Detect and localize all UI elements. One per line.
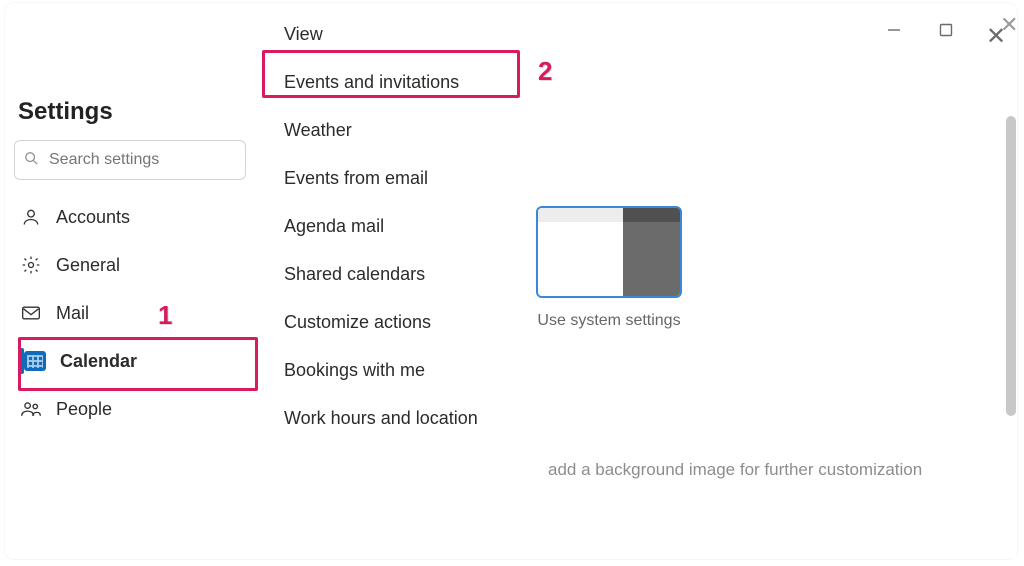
maximize-button[interactable]	[934, 18, 958, 42]
subnav-item-shared-calendars[interactable]: Shared calendars	[262, 250, 522, 298]
sidebar-item-label: Calendar	[60, 351, 137, 372]
subnav-label: Bookings with me	[284, 360, 425, 381]
close-button[interactable]: ✕ ✕	[986, 18, 1010, 42]
settings-window: ✕ ✕ Settings Accounts	[0, 0, 1024, 566]
subnav-label: Agenda mail	[284, 216, 384, 237]
subnav-label: Weather	[284, 120, 352, 141]
mail-icon	[20, 305, 42, 321]
subnav-item-agenda-mail[interactable]: Agenda mail	[262, 202, 522, 250]
gear-icon	[20, 255, 42, 275]
theme-option-label: Use system settings	[536, 310, 682, 332]
subnav-item-view[interactable]: View	[262, 10, 522, 58]
subnav-item-customize-actions[interactable]: Customize actions	[262, 298, 522, 346]
subnav-item-events-from-email[interactable]: Events from email	[262, 154, 522, 202]
subnav-label: Events and invitations	[284, 72, 459, 93]
subnav-label: Customize actions	[284, 312, 431, 333]
search-icon	[24, 151, 38, 169]
theme-preview-dark	[623, 208, 680, 296]
page-title: Settings	[10, 0, 250, 136]
sidebar-item-label: General	[56, 255, 120, 276]
sidebar-item-general[interactable]: General	[10, 242, 250, 288]
minimize-button[interactable]	[882, 18, 906, 42]
subnav-item-bookings[interactable]: Bookings with me	[262, 346, 522, 394]
sidebar-item-people[interactable]: People	[10, 386, 250, 432]
subnav-label: View	[284, 24, 323, 45]
close-icon: ✕	[986, 22, 1006, 51]
theme-preview-light	[538, 208, 623, 296]
settings-nav: Accounts General Mail Calendar	[10, 194, 250, 432]
sidebar-item-accounts[interactable]: Accounts	[10, 194, 250, 240]
calendar-subnav: View Events and invitations Weather Even…	[262, 0, 522, 566]
search-container	[14, 140, 246, 180]
settings-sidebar: Settings Accounts General	[0, 0, 260, 566]
subnav-label: Work hours and location	[284, 408, 478, 429]
sidebar-item-label: Mail	[56, 303, 89, 324]
subnav-item-events-invitations[interactable]: Events and invitations	[262, 58, 522, 106]
people-icon	[20, 400, 42, 418]
annotation-number-2: 2	[538, 56, 552, 87]
theme-option-system[interactable]	[536, 206, 682, 298]
sidebar-item-mail[interactable]: Mail	[10, 290, 250, 336]
subnav-label: Events from email	[284, 168, 428, 189]
sidebar-item-label: Accounts	[56, 207, 130, 228]
window-controls: ✕ ✕	[882, 18, 1010, 42]
vertical-scrollbar[interactable]	[1006, 116, 1016, 416]
calendar-icon	[24, 351, 46, 371]
search-input[interactable]	[14, 140, 246, 180]
sidebar-item-calendar[interactable]: Calendar	[10, 338, 250, 384]
sidebar-item-label: People	[56, 399, 112, 420]
subnav-item-work-hours[interactable]: Work hours and location	[262, 394, 522, 442]
content-pane: Use system settings add a background ima…	[522, 88, 1016, 558]
subnav-label: Shared calendars	[284, 264, 425, 285]
background-hint-text: add a background image for further custo…	[548, 460, 922, 480]
person-icon	[20, 207, 42, 227]
subnav-item-weather[interactable]: Weather	[262, 106, 522, 154]
